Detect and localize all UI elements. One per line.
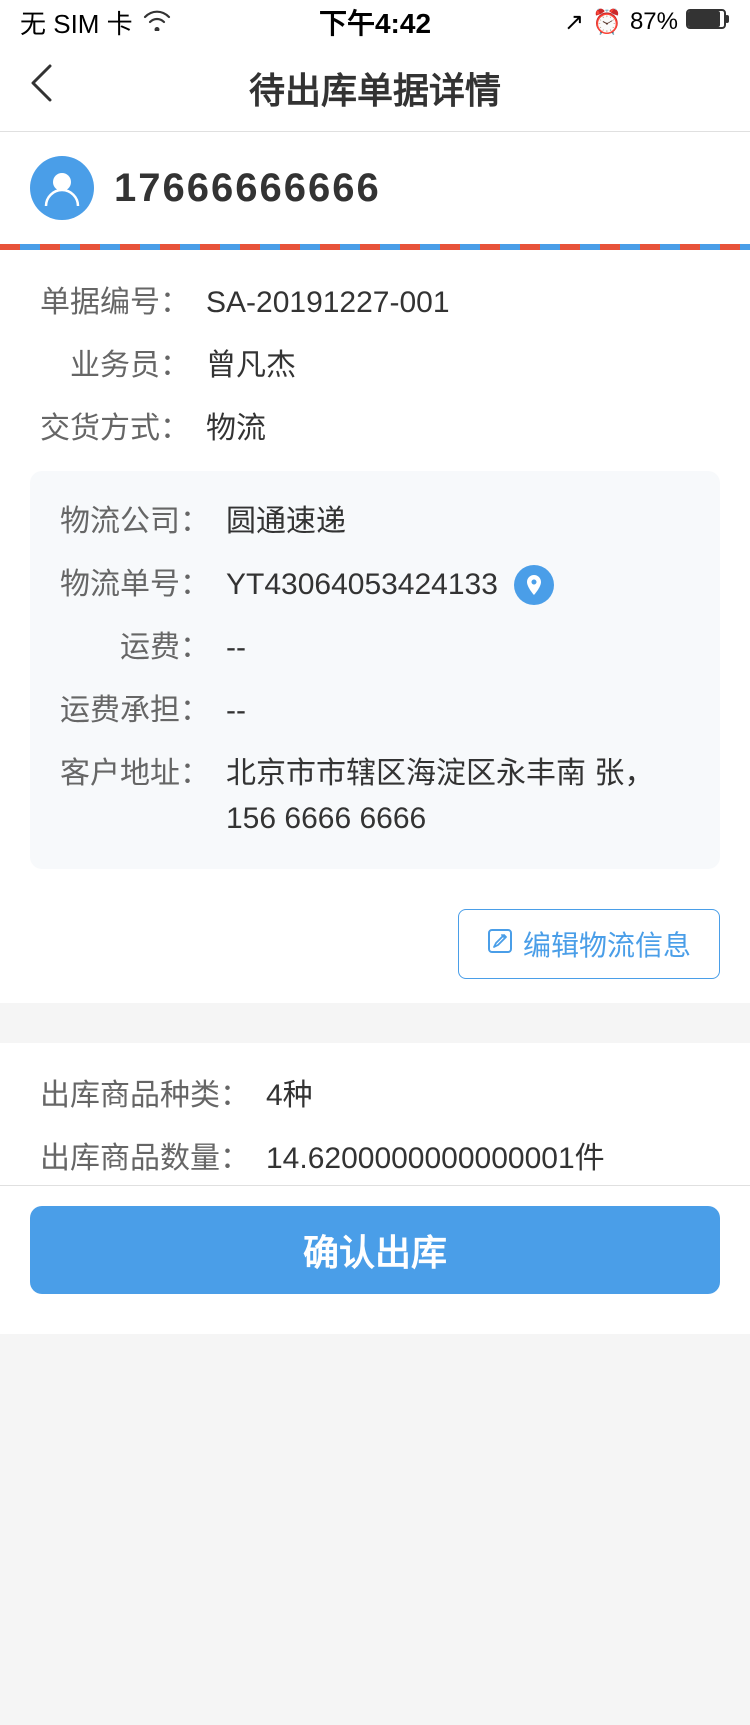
tracking-label: 物流单号： (60, 562, 210, 607)
location-status-icon: ↗ (564, 8, 584, 37)
tracking-location-icon[interactable] (514, 565, 554, 605)
battery-icon (686, 8, 730, 37)
tracking-number: YT43064053424133 (226, 562, 498, 607)
address-row: 客户地址： 北京市市辖区海淀区永丰南 张，156 6666 6666 (60, 751, 690, 841)
status-time: 下午4:42 (319, 2, 431, 42)
tracking-row: 物流单号： YT43064053424133 (60, 562, 690, 607)
company-label: 物流公司： (60, 499, 210, 544)
confirm-section: 确认出库 (0, 1185, 750, 1334)
agent-row: 业务员： 曾凡杰 (40, 343, 710, 388)
nav-bar: 待出库单据详情 (0, 44, 750, 132)
freight-label: 运费： (60, 625, 210, 670)
kind-row: 出库商品种类： 4种 (40, 1073, 710, 1118)
section-separator (0, 1003, 750, 1023)
delivery-label: 交货方式： (40, 406, 190, 451)
status-left: 无 SIM 卡 (20, 4, 171, 41)
document-number-row: 单据编号： SA-20191227-001 (40, 280, 710, 325)
status-right: ↗ ⏰ 87% (564, 8, 730, 37)
confirm-label: 确认出库 (303, 1224, 447, 1276)
quantity-label: 出库商品数量： (40, 1136, 250, 1181)
freight-row: 运费： -- (60, 625, 690, 670)
alarm-icon: ⏰ (592, 8, 622, 37)
edit-logistics-row: 编辑物流信息 (0, 889, 750, 1003)
status-bar: 无 SIM 卡 下午4:42 ↗ ⏰ 87% (0, 0, 750, 44)
wifi-icon (143, 7, 171, 38)
back-button[interactable] (30, 64, 52, 112)
page-title: 待出库单据详情 (249, 62, 501, 114)
document-number-value: SA-20191227-001 (206, 280, 710, 325)
address-value: 北京市市辖区海淀区永丰南 张，156 6666 6666 (226, 751, 690, 841)
customer-header: 17666666666 (0, 132, 750, 244)
confirm-button[interactable]: 确认出库 (30, 1206, 720, 1294)
kind-label: 出库商品种类： (40, 1073, 250, 1118)
freight-value: -- (226, 625, 690, 670)
agent-label: 业务员： (40, 343, 190, 388)
agent-value: 曾凡杰 (206, 343, 710, 388)
tracking-value: YT43064053424133 (226, 562, 690, 607)
avatar (30, 156, 94, 220)
document-number-label: 单据编号： (40, 280, 190, 325)
company-value: 圆通速递 (226, 499, 690, 544)
delivery-row: 交货方式： 物流 (40, 406, 710, 451)
freight-bear-value: -- (226, 688, 690, 733)
logistics-card: 物流公司： 圆通速递 物流单号： YT43064053424133 运费： -- (30, 471, 720, 869)
edit-logistics-button[interactable]: 编辑物流信息 (458, 909, 720, 979)
document-info-section: 单据编号： SA-20191227-001 业务员： 曾凡杰 交货方式： 物流 (0, 250, 750, 451)
edit-logistics-label: 编辑物流信息 (523, 924, 691, 964)
freight-bear-row: 运费承担： -- (60, 688, 690, 733)
logistics-section: 物流公司： 圆通速递 物流单号： YT43064053424133 运费： -- (0, 451, 750, 889)
customer-phone: 17666666666 (114, 166, 381, 211)
kind-value: 4种 (266, 1073, 710, 1118)
carrier-label: 无 SIM 卡 (20, 4, 133, 41)
freight-bear-label: 运费承担： (60, 688, 210, 733)
delivery-value: 物流 (206, 406, 710, 451)
company-row: 物流公司： 圆通速递 (60, 499, 690, 544)
battery-label: 87% (630, 8, 678, 36)
quantity-value: 14.6200000000000001件 (266, 1136, 710, 1181)
edit-icon (487, 928, 513, 961)
quantity-row: 出库商品数量： 14.6200000000000001件 (40, 1136, 710, 1181)
bottom-spacer (0, 1325, 750, 1545)
address-label: 客户地址： (60, 751, 210, 796)
